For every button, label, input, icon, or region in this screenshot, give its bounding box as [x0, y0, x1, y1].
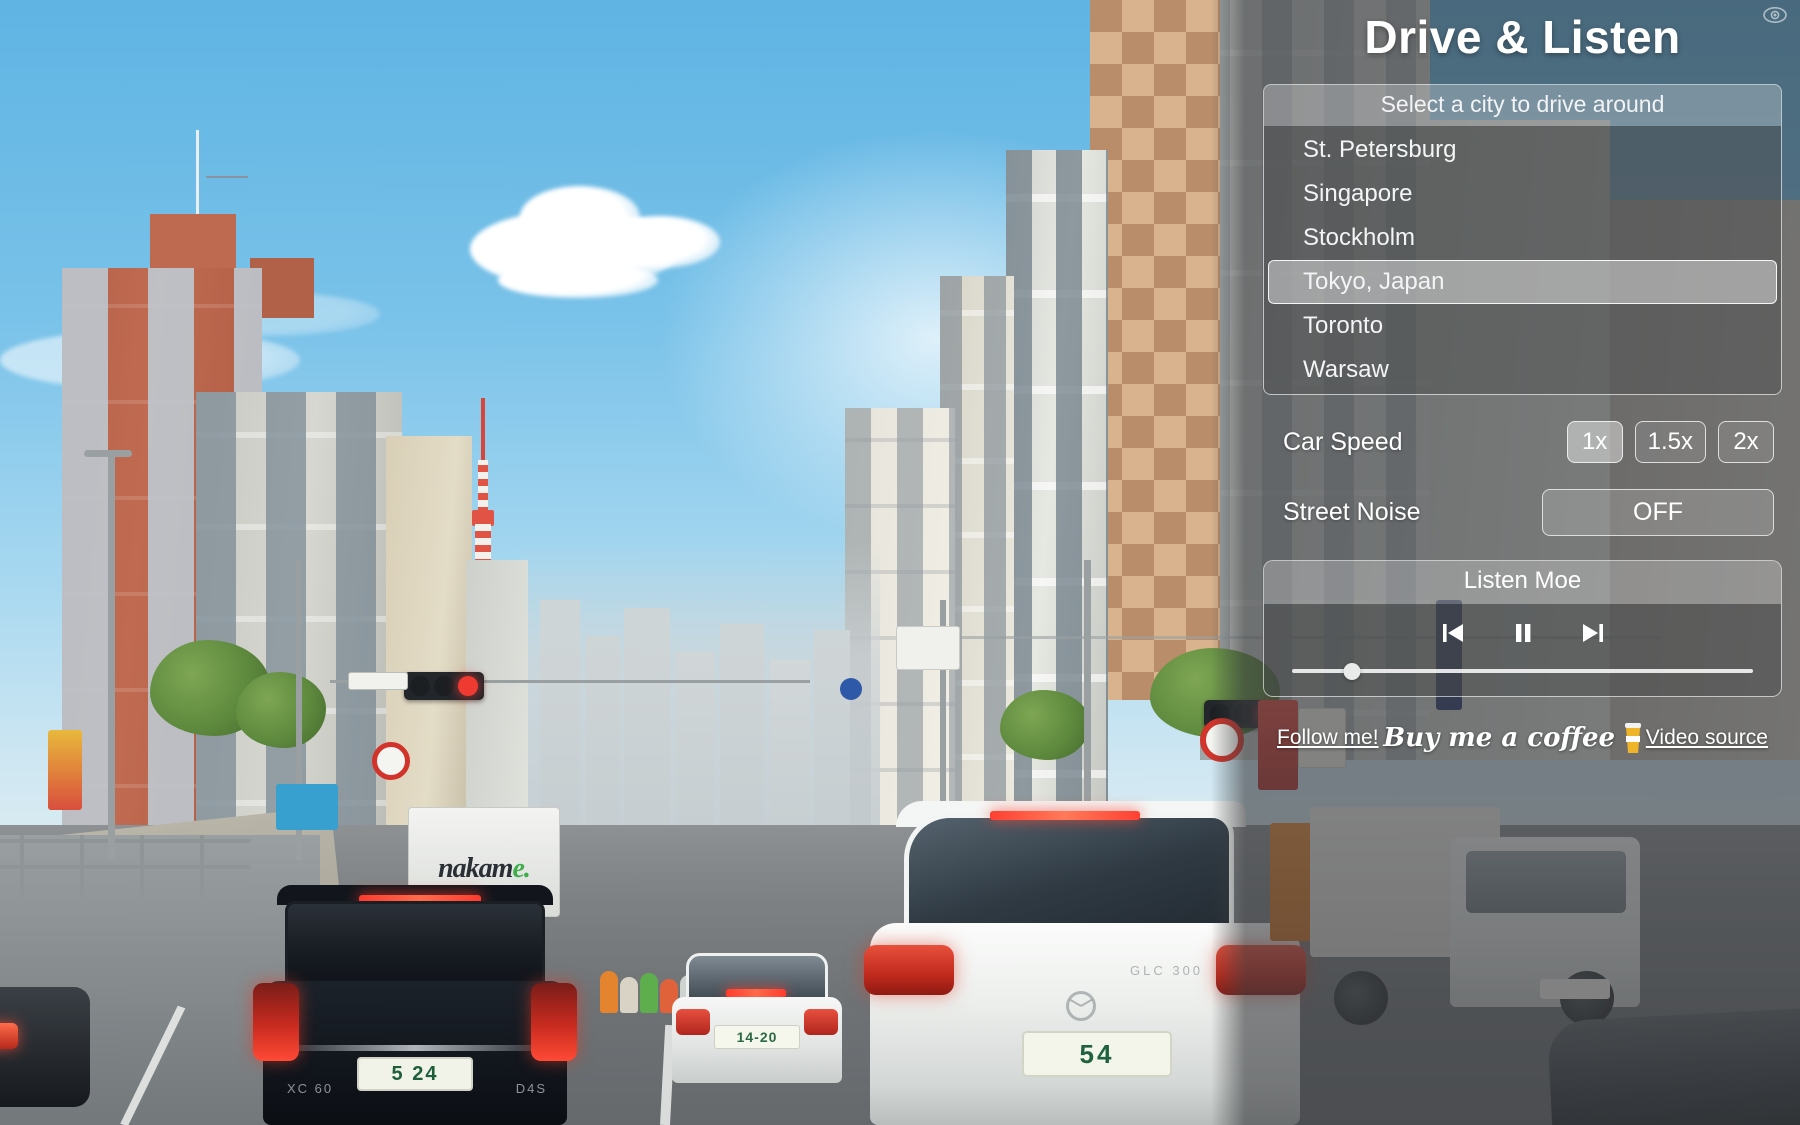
city-list[interactable]: St. Petersburg Singapore Stockholm Tokyo…	[1264, 126, 1781, 394]
car-speed-group[interactable]: 1x 1.5x 2x	[1566, 421, 1774, 463]
shop-sign	[896, 626, 960, 670]
tree	[1000, 690, 1090, 760]
vehicle-model-badge: XC 60	[287, 1081, 334, 1096]
volume-knob[interactable]	[1343, 663, 1361, 680]
building-checkered	[1090, 0, 1220, 700]
buy-me-a-coffee-link[interactable]: Buy me a coffee	[1383, 723, 1642, 753]
speed-button-1-5x[interactable]: 1.5x	[1634, 421, 1706, 463]
no-entry-sign	[372, 742, 410, 780]
street-noise-toggle[interactable]: OFF	[1542, 489, 1774, 536]
license-plate: 54	[1022, 1031, 1172, 1077]
city-option-stockholm[interactable]: Stockholm	[1268, 216, 1777, 260]
drive-and-listen-app: nakame. 14-20 GLC 300 54 XC 60 D4S 5 24 …	[0, 0, 1800, 1125]
city-select[interactable]: Select a city to drive around St. Peters…	[1263, 84, 1782, 395]
city-option-tokyo-japan[interactable]: Tokyo, Japan	[1268, 260, 1777, 304]
rooftop-antenna	[196, 130, 199, 222]
vehicle-white-sedan: 14-20	[672, 953, 842, 1083]
no-entry-sign	[1200, 718, 1244, 762]
street-banner	[48, 730, 82, 810]
volume-track[interactable]	[1292, 669, 1753, 673]
street-sign	[348, 672, 408, 690]
rooftop-antenna	[206, 176, 248, 178]
cloud	[600, 216, 720, 268]
car-speed-label: Car Speed	[1283, 427, 1403, 456]
video-source-link[interactable]: Video source	[1646, 726, 1768, 750]
city-option-wuhan[interactable]: Wuhan	[1268, 392, 1777, 394]
radio-station-name: Listen Moe	[1264, 561, 1781, 604]
city-option-toronto[interactable]: Toronto	[1268, 304, 1777, 348]
street-noise-label: Street Noise	[1283, 498, 1421, 526]
license-plate: 14-20	[714, 1025, 800, 1049]
footer-links: Follow me! Buy me a coffee Video source	[1263, 723, 1782, 753]
speed-button-1x[interactable]: 1x	[1566, 421, 1623, 463]
skip-previous-icon[interactable]	[1438, 618, 1468, 648]
street-lamp-pole	[108, 450, 115, 860]
car-speed-row: Car Speed 1x 1.5x 2x	[1263, 421, 1782, 463]
cloud	[498, 262, 658, 298]
license-plate: 5 24	[357, 1057, 473, 1091]
vehicle-white-suv: GLC 300 54	[864, 795, 1306, 1125]
coffee-cup-icon	[1625, 723, 1642, 753]
vehicle-dark-wagon: XC 60 D4S 5 24	[253, 885, 577, 1125]
road-sign	[840, 678, 862, 700]
city-select-header: Select a city to drive around	[1264, 85, 1781, 126]
building-penthouse	[150, 214, 236, 274]
mercedes-star-icon	[1066, 991, 1096, 1021]
truck-logo-text: nakam	[438, 853, 513, 884]
buy-me-a-coffee-label: Buy me a coffee	[1383, 723, 1616, 753]
guardrail	[0, 835, 250, 897]
control-panel: Drive & Listen Select a city to drive ar…	[1211, 0, 1800, 1125]
shop-sign	[276, 784, 338, 830]
pause-icon[interactable]	[1508, 618, 1538, 648]
street-lamp-arm	[84, 450, 132, 457]
volume-slider[interactable]	[1292, 663, 1753, 680]
vehicle-left-edge	[0, 987, 90, 1107]
radio-body	[1264, 604, 1781, 696]
city-option-warsaw[interactable]: Warsaw	[1268, 348, 1777, 392]
page-title: Drive & Listen	[1364, 11, 1681, 63]
radio-controls	[1264, 618, 1781, 648]
truck-logo-accent: e.	[512, 853, 530, 884]
vehicle-badge: GLC 300	[1130, 963, 1204, 978]
skip-next-icon[interactable]	[1578, 618, 1608, 648]
vehicle-trim-badge: D4S	[515, 1081, 547, 1096]
city-option-st-petersburg[interactable]: St. Petersburg	[1268, 128, 1777, 172]
tree	[236, 672, 326, 748]
follow-me-link[interactable]: Follow me!	[1277, 726, 1379, 750]
radio-player: Listen Moe	[1263, 560, 1782, 697]
city-option-singapore[interactable]: Singapore	[1268, 172, 1777, 216]
street-noise-row: Street Noise OFF	[1263, 489, 1782, 536]
eye-icon[interactable]	[1762, 6, 1788, 24]
traffic-light	[404, 672, 484, 700]
atmospheric-haze	[520, 540, 880, 840]
speed-button-2x[interactable]: 2x	[1718, 421, 1774, 463]
